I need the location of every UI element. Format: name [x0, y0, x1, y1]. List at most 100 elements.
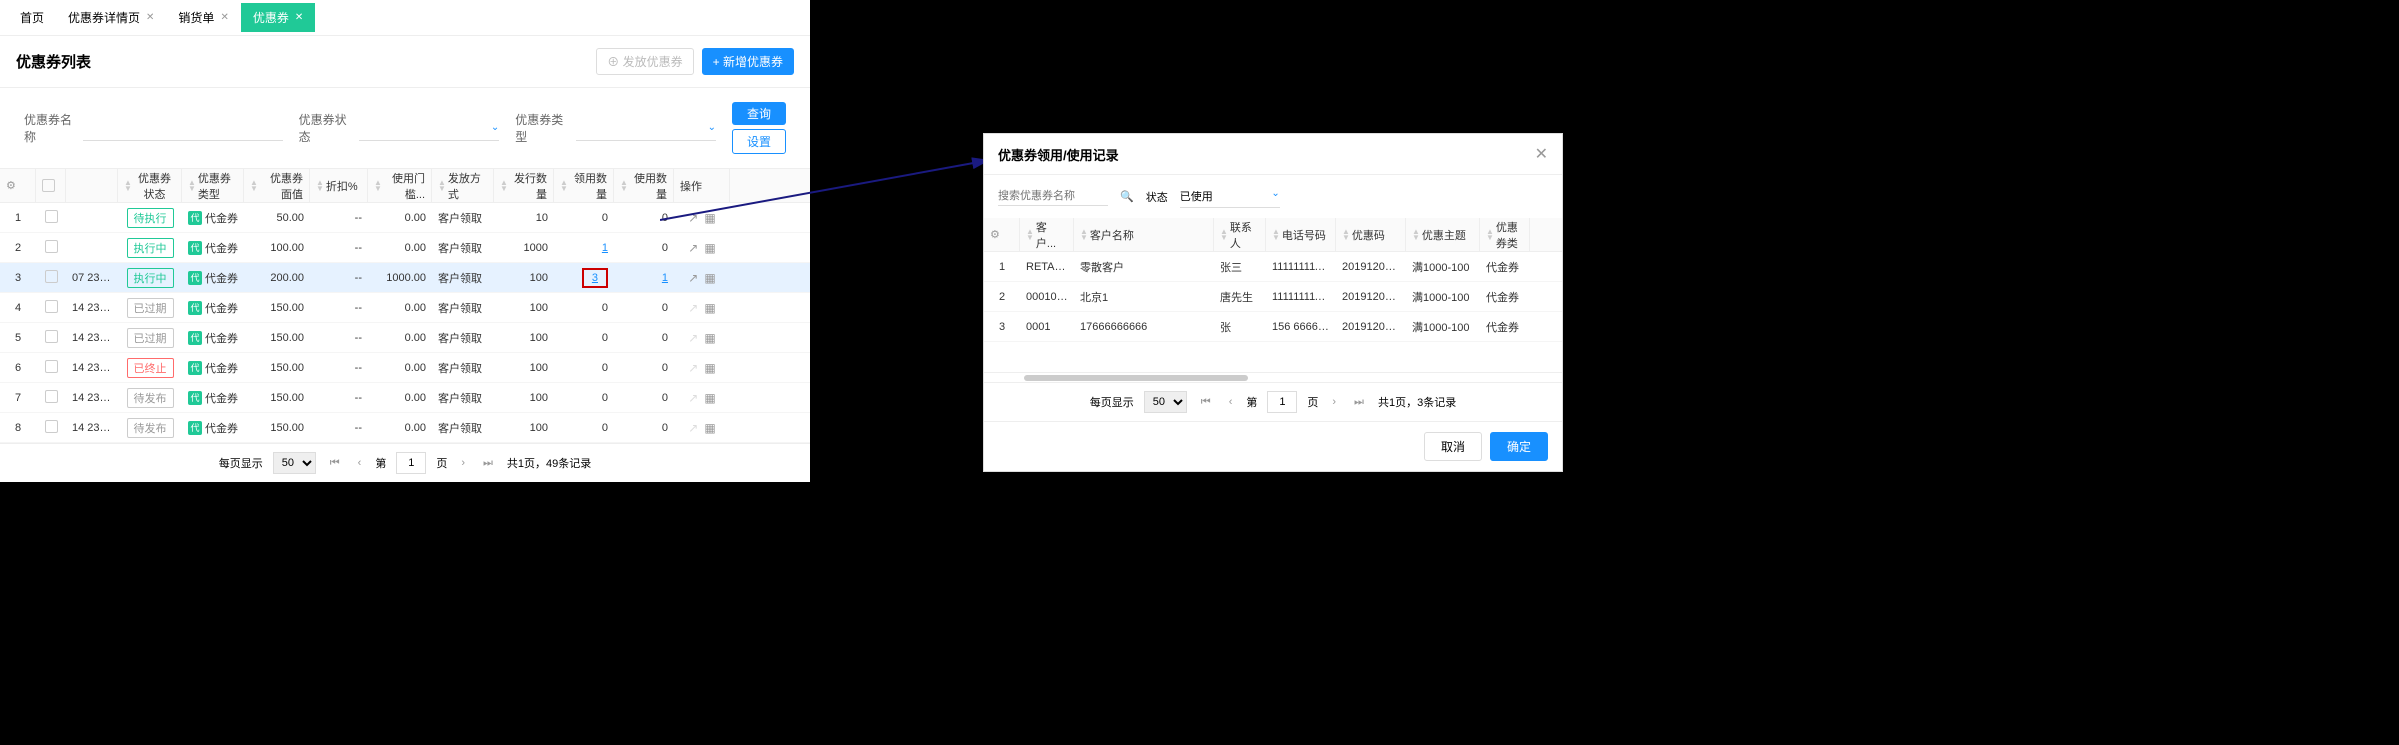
table-row[interactable]: 2 00010001 北京1 唐先生 11111111111 20191207.…	[984, 282, 1562, 312]
share-icon[interactable]: ↗	[688, 241, 698, 255]
col-customer-name[interactable]: ▲▼客户名称	[1074, 218, 1214, 251]
qrcode-icon[interactable]: ▦	[704, 331, 715, 345]
col-phone[interactable]: ▲▼电话号码	[1266, 218, 1336, 251]
col-checkbox[interactable]	[36, 169, 66, 202]
modal-status-select[interactable]: 已使用 ⌄	[1180, 185, 1280, 208]
col-type[interactable]: ▲▼优惠券类型	[182, 169, 244, 202]
table-row[interactable]: 8 14 23:59 待发布 代代金券 150.00 -- 0.00 客户领取 …	[0, 413, 810, 443]
type-badge: 代代金券	[188, 390, 238, 406]
type-badge: 代代金券	[188, 240, 238, 256]
checkbox-icon	[45, 300, 58, 313]
page-last-button[interactable]: ⏭	[479, 457, 497, 470]
qrcode-icon[interactable]: ▦	[704, 211, 715, 225]
cell-phone: 11111111111	[1266, 261, 1336, 273]
claim-link[interactable]: 1	[602, 242, 608, 254]
close-icon[interactable]: ✕	[220, 12, 228, 23]
cancel-button[interactable]: 取消	[1424, 432, 1482, 461]
modal-scrollbar[interactable]	[984, 372, 1562, 382]
table-header: ⚙ ▲▼优惠券状态 ▲▼优惠券类型 ▲▼优惠券面值 ▲▼折扣% ▲▼使用门槛..…	[0, 169, 810, 203]
page-next-button[interactable]: ›	[1328, 396, 1340, 408]
search-button[interactable]: 查询	[732, 102, 786, 125]
page-first-button[interactable]: ⏮	[1197, 396, 1215, 409]
share-icon[interactable]: ↗	[688, 271, 698, 285]
cell-status: 执行中	[118, 268, 182, 288]
row-checkbox[interactable]	[36, 390, 66, 406]
checkbox-icon	[45, 360, 58, 373]
table-row[interactable]: 3 0001 17666666666 张 156 6666 6... 20191…	[984, 312, 1562, 342]
qrcode-icon[interactable]: ▦	[704, 421, 715, 435]
qrcode-icon[interactable]: ▦	[704, 391, 715, 405]
col-use-qty[interactable]: ▲▼使用数量	[614, 169, 674, 202]
page-prev-button[interactable]: ‹	[354, 457, 366, 469]
cell-phone: 11111111111	[1266, 291, 1336, 303]
col-discount[interactable]: ▲▼折扣%	[310, 169, 368, 202]
col-code[interactable]: ▲▼优惠码	[1336, 218, 1406, 251]
table-row[interactable]: 5 14 23:59 已过期 代代金券 150.00 -- 0.00 客户领取 …	[0, 323, 810, 353]
page-label-before: 第	[1246, 394, 1257, 410]
share-icon[interactable]: ↗	[688, 211, 698, 225]
cell-issue-qty: 100	[494, 392, 554, 404]
table-row[interactable]: 4 14 23:59 已过期 代代金券 150.00 -- 0.00 客户领取 …	[0, 293, 810, 323]
col-coupon-type[interactable]: ▲▼优惠券类	[1480, 218, 1530, 251]
col-status[interactable]: ▲▼优惠券状态	[118, 169, 182, 202]
row-checkbox[interactable]	[36, 270, 66, 286]
table-row[interactable]: 1 待执行 代代金券 50.00 -- 0.00 客户领取 10 0 0 ↗▦	[0, 203, 810, 233]
page-prev-button[interactable]: ‹	[1225, 396, 1237, 408]
search-icon[interactable]: 🔍	[1120, 190, 1134, 203]
col-threshold[interactable]: ▲▼使用门槛...	[368, 169, 432, 202]
tab[interactable]: 首页	[8, 3, 56, 32]
qrcode-icon[interactable]: ▦	[704, 361, 715, 375]
tab[interactable]: 优惠券详情页✕	[56, 3, 166, 32]
search-input[interactable]	[998, 187, 1108, 206]
row-checkbox[interactable]	[36, 240, 66, 256]
col-issue-qty[interactable]: ▲▼发行数量	[494, 169, 554, 202]
close-icon[interactable]: ✕	[146, 12, 154, 23]
qrcode-icon[interactable]: ▦	[704, 271, 715, 285]
col-subject[interactable]: ▲▼优惠主题	[1406, 218, 1480, 251]
add-coupon-button[interactable]: 新增优惠券	[702, 48, 794, 75]
table-row[interactable]: 6 14 23:59 已终止 代代金券 150.00 -- 0.00 客户领取 …	[0, 353, 810, 383]
table-row[interactable]: 7 14 23:59 待发布 代代金券 150.00 -- 0.00 客户领取 …	[0, 383, 810, 413]
cell-issue-qty: 100	[494, 332, 554, 344]
filter-name-input[interactable]	[83, 115, 283, 141]
row-checkbox[interactable]	[36, 330, 66, 346]
use-link[interactable]: 1	[662, 272, 668, 284]
table-row[interactable]: 1 RETAIL... 零散客户 张三 11111111111 20191207…	[984, 252, 1562, 282]
close-icon[interactable]: ✕	[295, 12, 303, 23]
col-gear[interactable]: ⚙	[984, 218, 1020, 251]
row-checkbox[interactable]	[36, 360, 66, 376]
page-input[interactable]	[396, 452, 426, 474]
page-next-button[interactable]: ›	[457, 457, 469, 469]
per-page-select[interactable]: 50	[1144, 391, 1187, 413]
scrollbar-thumb[interactable]	[1024, 375, 1248, 381]
col-method[interactable]: ▲▼发放方式	[432, 169, 494, 202]
per-page-select[interactable]: 50	[273, 452, 316, 474]
checkbox-icon	[45, 390, 58, 403]
col-gear[interactable]: ⚙	[0, 169, 36, 202]
tab[interactable]: 优惠券✕	[241, 3, 315, 32]
col-face-value[interactable]: ▲▼优惠券面值	[244, 169, 310, 202]
confirm-button[interactable]: 确定	[1490, 432, 1548, 461]
qrcode-icon[interactable]: ▦	[704, 301, 715, 315]
page-first-button[interactable]: ⏮	[326, 457, 344, 470]
cell-code: 2019120702...	[1336, 261, 1406, 273]
claim-link[interactable]: 3	[592, 272, 598, 284]
page-last-button[interactable]: ⏭	[1350, 396, 1368, 409]
col-contact[interactable]: ▲▼联系人	[1214, 218, 1266, 251]
tab[interactable]: 销货单✕	[166, 3, 240, 32]
filter-type-select[interactable]: ⌄	[576, 115, 716, 141]
row-checkbox[interactable]	[36, 420, 66, 436]
col-customer[interactable]: ▲▼客户...	[1020, 218, 1074, 251]
settings-button[interactable]: 设置	[732, 129, 786, 154]
qrcode-icon[interactable]: ▦	[704, 241, 715, 255]
voucher-icon: 代	[188, 331, 202, 345]
filter-status-select[interactable]: ⌄	[359, 115, 499, 141]
page-input[interactable]	[1267, 391, 1297, 413]
col-claim-qty[interactable]: ▲▼领用数量	[554, 169, 614, 202]
row-checkbox[interactable]	[36, 210, 66, 226]
table-row[interactable]: 3 07 23:59 执行中 代代金券 200.00 -- 1000.00 客户…	[0, 263, 810, 293]
row-checkbox[interactable]	[36, 300, 66, 316]
table-row[interactable]: 2 执行中 代代金券 100.00 -- 0.00 客户领取 1000 1 0 …	[0, 233, 810, 263]
issue-coupon-button[interactable]: 发放优惠券	[596, 48, 693, 75]
close-icon[interactable]: ✕	[1535, 144, 1548, 164]
